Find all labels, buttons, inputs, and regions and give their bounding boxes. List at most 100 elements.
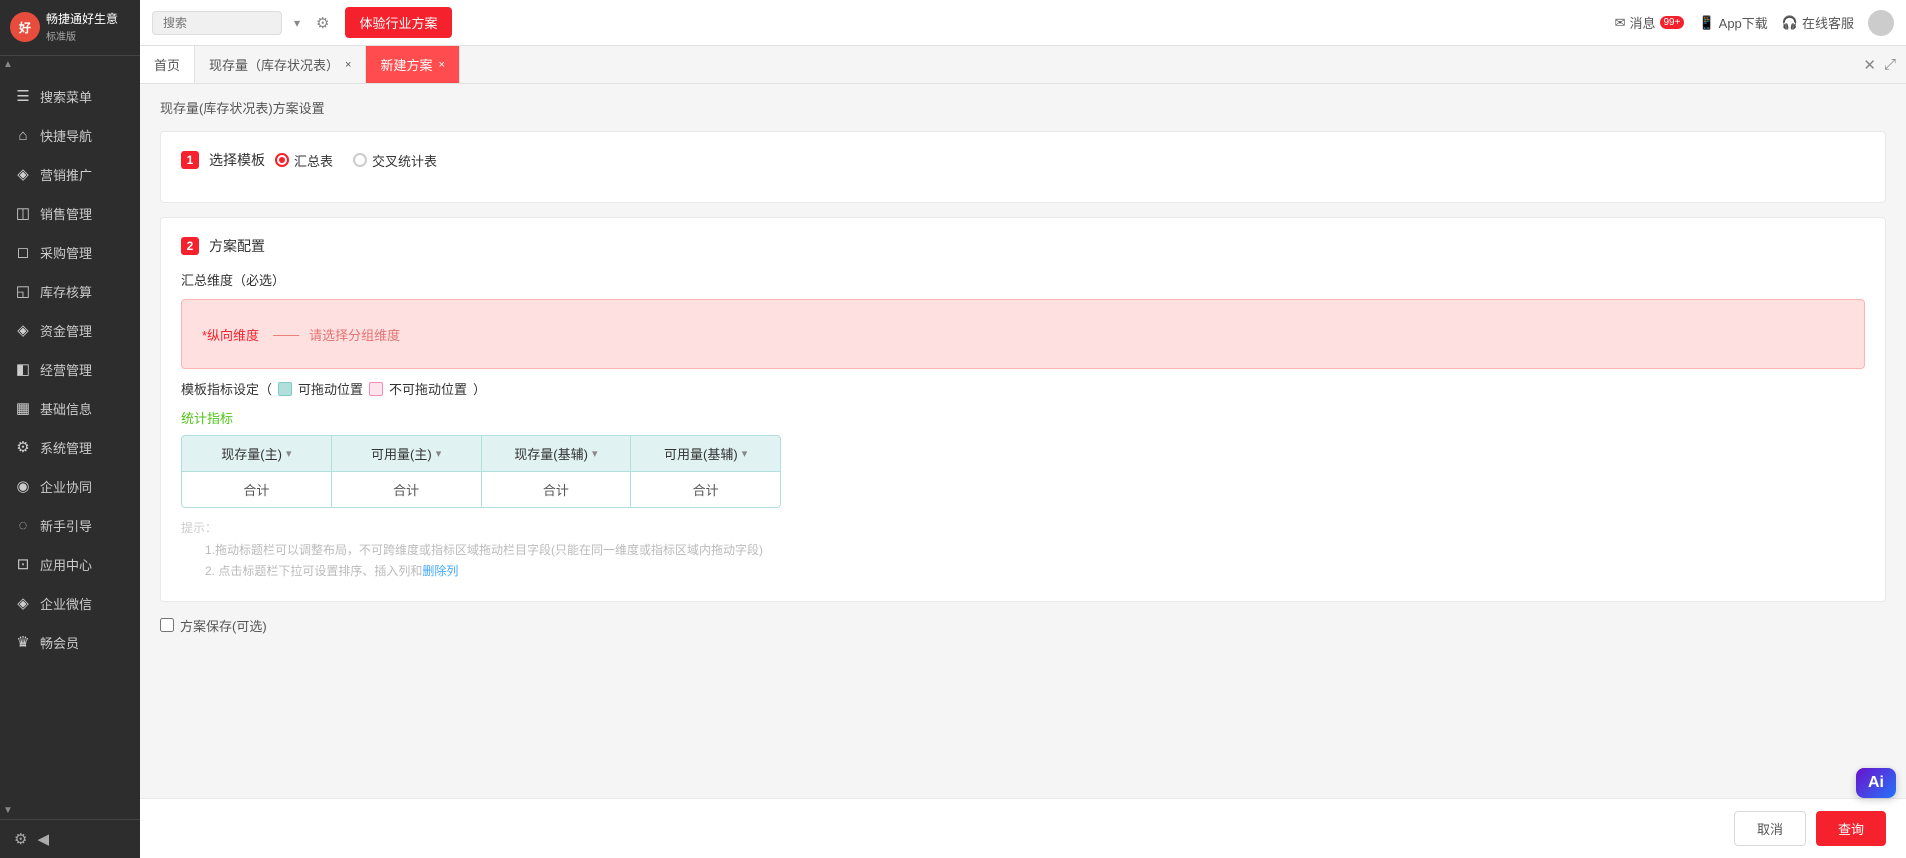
- legend-fixed-box: [369, 382, 383, 396]
- stats-col-4-label: 可用量(基辅): [664, 444, 738, 463]
- sidebar-item-basic-info[interactable]: ▦ 基础信息: [0, 389, 140, 428]
- topbar-message[interactable]: ✉ 消息 99+: [1615, 13, 1685, 32]
- online-service-label: 在线客服: [1802, 13, 1854, 32]
- app-logo: 好 畅捷通好生意 标准版: [0, 0, 140, 56]
- message-icon: ✉: [1615, 15, 1626, 31]
- experience-btn[interactable]: 体验行业方案: [345, 7, 451, 38]
- stats-cell-1-4: 合计: [631, 472, 780, 507]
- summary-dimension-label: 汇总维度（必选）: [181, 270, 1865, 289]
- radio-summary-label: 汇总表: [294, 151, 333, 170]
- purchase-icon: ◻: [14, 243, 32, 261]
- radio-cross-circle: [353, 153, 367, 167]
- message-badge: 99+: [1660, 16, 1685, 29]
- query-button[interactable]: 查询: [1816, 811, 1886, 846]
- logo-icon: 好: [10, 12, 40, 42]
- section1-badge: 1: [181, 151, 199, 169]
- sidebar-item-label: 新手引导: [40, 516, 92, 535]
- sidebar-item-label: 快捷导航: [40, 126, 92, 145]
- topbar-online-service[interactable]: 🎧 在线客服: [1782, 13, 1854, 32]
- operations-icon: ◧: [14, 360, 32, 378]
- tab-inventory-close[interactable]: ×: [345, 59, 351, 71]
- sidebar-item-finance[interactable]: ◈ 资金管理: [0, 311, 140, 350]
- tab-home-label: 首页: [154, 55, 180, 74]
- tab-home[interactable]: 首页: [140, 46, 195, 83]
- sidebar-item-label: 企业微信: [40, 594, 92, 613]
- stats-col-3-label: 现存量(基辅): [514, 444, 588, 463]
- sidebar-item-quick-nav[interactable]: ⌂ 快捷导航: [0, 116, 140, 155]
- search-input[interactable]: [152, 11, 282, 35]
- stats-table-header: 现存量(主) ▾ 可用量(主) ▾ 现存量(基辅) ▾ 可用量(基辅) ▾: [182, 436, 780, 471]
- stats-table: 现存量(主) ▾ 可用量(主) ▾ 现存量(基辅) ▾ 可用量(基辅) ▾: [181, 435, 781, 508]
- tab-inventory[interactable]: 现存量（库存状况表） ×: [195, 46, 366, 83]
- sidebar-item-member[interactable]: ♛ 畅会员: [0, 623, 140, 662]
- stats-col-4[interactable]: 可用量(基辅) ▾: [631, 436, 780, 471]
- stats-col-1[interactable]: 现存量(主) ▾: [182, 436, 332, 471]
- radio-group: 汇总表 交叉统计表: [275, 151, 437, 170]
- sidebar-item-inventory[interactable]: ◱ 库存核算: [0, 272, 140, 311]
- sidebar-item-label: 资金管理: [40, 321, 92, 340]
- save-plan-checkbox[interactable]: [160, 618, 174, 632]
- sidebar-item-label: 企业协同: [40, 477, 92, 496]
- sidebar-item-label: 经营管理: [40, 360, 92, 379]
- user-avatar[interactable]: [1868, 10, 1894, 36]
- stats-col-1-chevron[interactable]: ▾: [286, 447, 292, 460]
- sidebar-item-marketing[interactable]: ◈ 营销推广: [0, 155, 140, 194]
- topbar-app-download[interactable]: 📱 App下载: [1698, 13, 1767, 32]
- sidebar-item-wechat[interactable]: ◈ 企业微信: [0, 584, 140, 623]
- stats-label: 统计指标: [181, 408, 1865, 427]
- sidebar-item-label: 库存核算: [40, 282, 92, 301]
- sidebar-item-label: 畅会员: [40, 633, 79, 652]
- sidebar-item-newcomer[interactable]: ◌ 新手引导: [0, 506, 140, 545]
- dimension-placeholder: 请选择分组维度: [309, 325, 400, 344]
- stats-col-3-chevron[interactable]: ▾: [592, 447, 598, 460]
- sidebar-item-label: 销售管理: [40, 204, 92, 223]
- sidebar-item-label: 营销推广: [40, 165, 92, 184]
- dimension-separator: ——: [273, 327, 299, 342]
- sidebar-item-operations[interactable]: ◧ 经营管理: [0, 350, 140, 389]
- topbar: ▾ ⚙ 体验行业方案 ✉ 消息 99+ 📱 App下载 🎧 在线客服: [140, 0, 1906, 46]
- tips-title: 提示：: [181, 518, 1865, 540]
- sidebar: 好 畅捷通好生意 标准版 ▲ ☰ 搜索菜单 ⌂ 快捷导航 ◈ 营销推广 ◫ 销售…: [0, 0, 140, 858]
- sidebar-settings-icon[interactable]: ⚙: [14, 830, 27, 848]
- stats-col-2-label: 可用量(主): [371, 444, 432, 463]
- save-plan-area: 方案保存(可选): [160, 616, 1886, 635]
- app-download-icon: 📱: [1698, 15, 1714, 31]
- stats-col-3[interactable]: 现存量(基辅) ▾: [482, 436, 632, 471]
- section-template: 1 选择模板 汇总表 交叉统计表: [160, 131, 1886, 203]
- radio-cross[interactable]: 交叉统计表: [353, 151, 437, 170]
- sidebar-item-purchase[interactable]: ◻ 采购管理: [0, 233, 140, 272]
- sidebar-item-sales[interactable]: ◫ 销售管理: [0, 194, 140, 233]
- dimension-area[interactable]: *纵向维度 —— 请选择分组维度: [181, 299, 1865, 369]
- main-area: ▾ ⚙ 体验行业方案 ✉ 消息 99+ 📱 App下载 🎧 在线客服 首页: [140, 0, 1906, 858]
- tab-new-plan-label: 新建方案: [380, 55, 432, 74]
- cancel-button[interactable]: 取消: [1734, 811, 1806, 846]
- system-icon: ⚙: [14, 438, 32, 456]
- stats-col-1-label: 现存量(主): [221, 444, 282, 463]
- sidebar-scroll-up[interactable]: ▲: [0, 56, 140, 73]
- panel-expand-btn[interactable]: ⤢: [1884, 56, 1896, 73]
- section-config: 2 方案配置 汇总维度（必选） *纵向维度 —— 请选择分组维度 模板指标设定（…: [160, 217, 1886, 602]
- radio-summary[interactable]: 汇总表: [275, 151, 333, 170]
- sidebar-scroll-down[interactable]: ▼: [0, 802, 140, 819]
- topbar-dropdown-icon[interactable]: ▾: [290, 12, 304, 34]
- quick-nav-icon: ⌂: [14, 127, 32, 144]
- stats-col-2[interactable]: 可用量(主) ▾: [332, 436, 482, 471]
- section2-header: 2 方案配置: [181, 236, 1865, 256]
- sidebar-item-search-menu[interactable]: ☰ 搜索菜单: [0, 77, 140, 116]
- tab-new-plan[interactable]: 新建方案 ×: [366, 46, 459, 83]
- ai-fab-button[interactable]: Ai: [1856, 768, 1896, 798]
- footer-bar: 取消 查询: [140, 798, 1906, 858]
- search-menu-icon: ☰: [14, 87, 32, 105]
- sidebar-audio-icon[interactable]: ◀: [37, 830, 49, 848]
- member-icon: ♛: [14, 633, 32, 651]
- sidebar-item-enterprise[interactable]: ◉ 企业协同: [0, 467, 140, 506]
- stats-table-row-1: 合计 合计 合计 合计: [182, 471, 780, 507]
- topbar-right: ✉ 消息 99+ 📱 App下载 🎧 在线客服: [1615, 10, 1894, 36]
- sidebar-item-system[interactable]: ⚙ 系统管理: [0, 428, 140, 467]
- tab-new-plan-close[interactable]: ×: [438, 59, 444, 71]
- topbar-gear-icon[interactable]: ⚙: [312, 10, 333, 36]
- panel-close-btn[interactable]: ✕: [1863, 56, 1876, 74]
- sidebar-item-app-center[interactable]: ⊡ 应用中心: [0, 545, 140, 584]
- stats-col-2-chevron[interactable]: ▾: [436, 447, 442, 460]
- stats-col-4-chevron[interactable]: ▾: [742, 447, 748, 460]
